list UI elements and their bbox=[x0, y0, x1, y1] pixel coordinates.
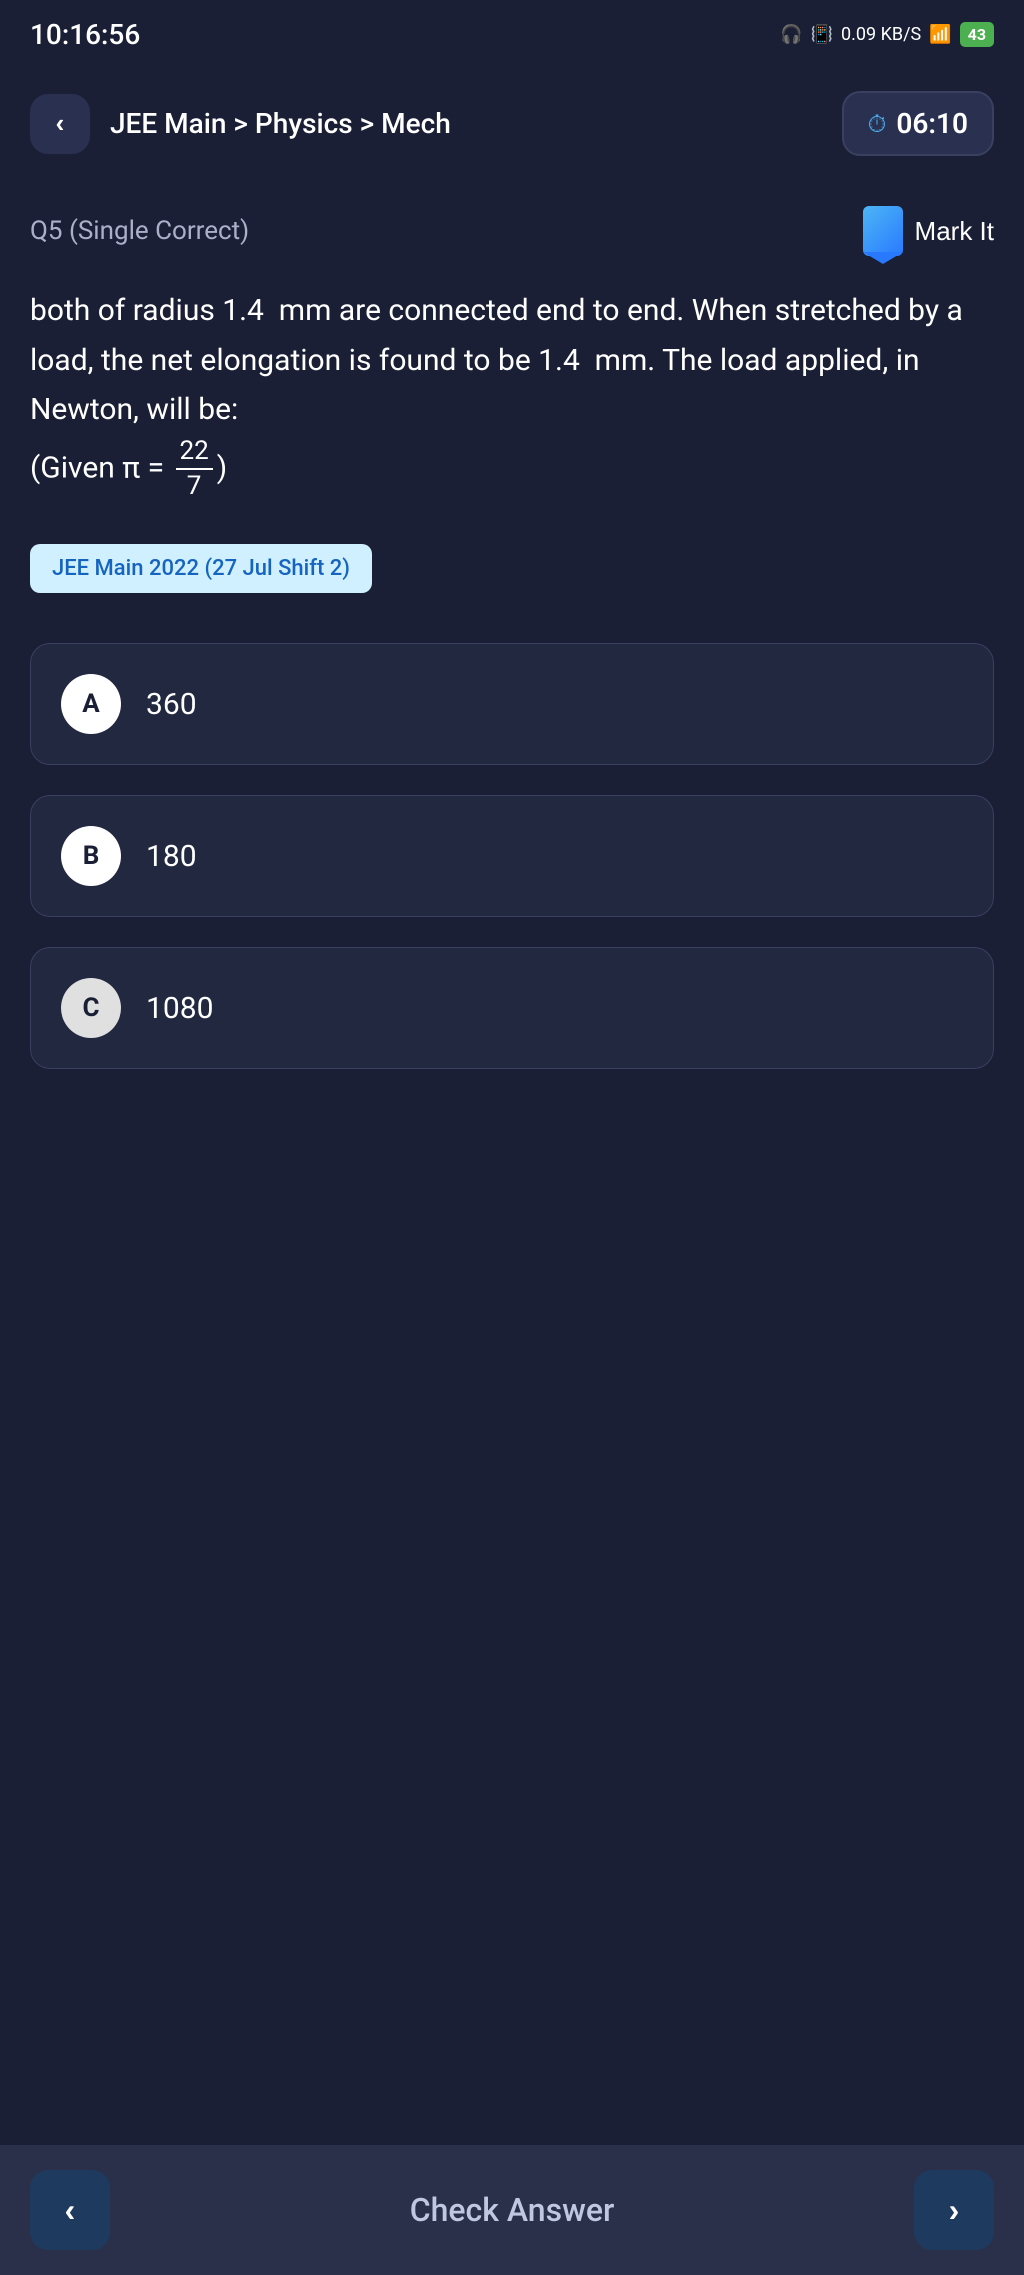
option-b-card[interactable]: B 180 bbox=[30, 795, 994, 917]
next-button[interactable]: › bbox=[914, 2170, 994, 2250]
mark-it-button[interactable]: Mark It bbox=[863, 206, 994, 256]
bookmark-icon bbox=[863, 206, 903, 256]
breadcrumb: JEE Main > Physics > Mech bbox=[110, 107, 451, 140]
fraction-denominator: 7 bbox=[183, 470, 206, 504]
next-arrow-icon: › bbox=[949, 2192, 960, 2229]
signal-icon: 📶 bbox=[929, 24, 951, 45]
vibrate-icon: 📳 bbox=[811, 24, 833, 45]
option-b-letter: B bbox=[61, 826, 121, 886]
timer-badge: ⏱ 06:10 bbox=[842, 91, 994, 156]
mark-it-text: Mark It bbox=[915, 216, 994, 247]
pi-fraction: 227 bbox=[176, 435, 213, 505]
timer-icon: ⏱ bbox=[868, 110, 887, 138]
options-container: A 360 B 180 C 1080 bbox=[0, 623, 1024, 1089]
nav-bar: ‹ JEE Main > Physics > Mech ⏱ 06:10 bbox=[0, 71, 1024, 176]
option-c-value: 1080 bbox=[146, 991, 213, 1026]
question-text: both of radius 1.4 mm are connected end … bbox=[30, 286, 994, 504]
headphone-icon: 🎧 bbox=[780, 24, 802, 45]
network-speed: 0.09 KB/S bbox=[841, 24, 921, 45]
question-body: both of radius 1.4 mm are connected end … bbox=[0, 266, 1024, 524]
timer-text: 06:10 bbox=[896, 107, 968, 140]
option-a-letter: A bbox=[61, 674, 121, 734]
battery-badge: 43 bbox=[960, 22, 994, 47]
option-c-letter: C bbox=[61, 978, 121, 1038]
option-a-card[interactable]: A 360 bbox=[30, 643, 994, 765]
prev-arrow-icon: ‹ bbox=[65, 2192, 76, 2229]
status-icons: 🎧 📳 0.09 KB/S 📶 43 bbox=[780, 22, 994, 47]
option-b-value: 180 bbox=[146, 839, 197, 874]
question-tag: JEE Main 2022 (27 Jul Shift 2) bbox=[30, 544, 372, 593]
back-button[interactable]: ‹ bbox=[30, 94, 90, 154]
status-time: 10:16:56 bbox=[30, 18, 140, 51]
bottom-nav: ‹ Check Answer › bbox=[0, 2145, 1024, 2275]
nav-left: ‹ JEE Main > Physics > Mech bbox=[30, 94, 451, 154]
question-header: Q5 (Single Correct) Mark It bbox=[0, 186, 1024, 266]
option-c-card[interactable]: C 1080 bbox=[30, 947, 994, 1069]
check-answer-label: Check Answer bbox=[410, 2191, 615, 2229]
question-label: Q5 (Single Correct) bbox=[30, 216, 249, 246]
prev-button[interactable]: ‹ bbox=[30, 2170, 110, 2250]
status-bar: 10:16:56 🎧 📳 0.09 KB/S 📶 43 bbox=[0, 0, 1024, 61]
option-a-value: 360 bbox=[146, 687, 197, 722]
back-arrow-icon: ‹ bbox=[56, 108, 65, 139]
fraction-numerator: 22 bbox=[176, 435, 213, 471]
tag-container: JEE Main 2022 (27 Jul Shift 2) bbox=[0, 524, 1024, 623]
